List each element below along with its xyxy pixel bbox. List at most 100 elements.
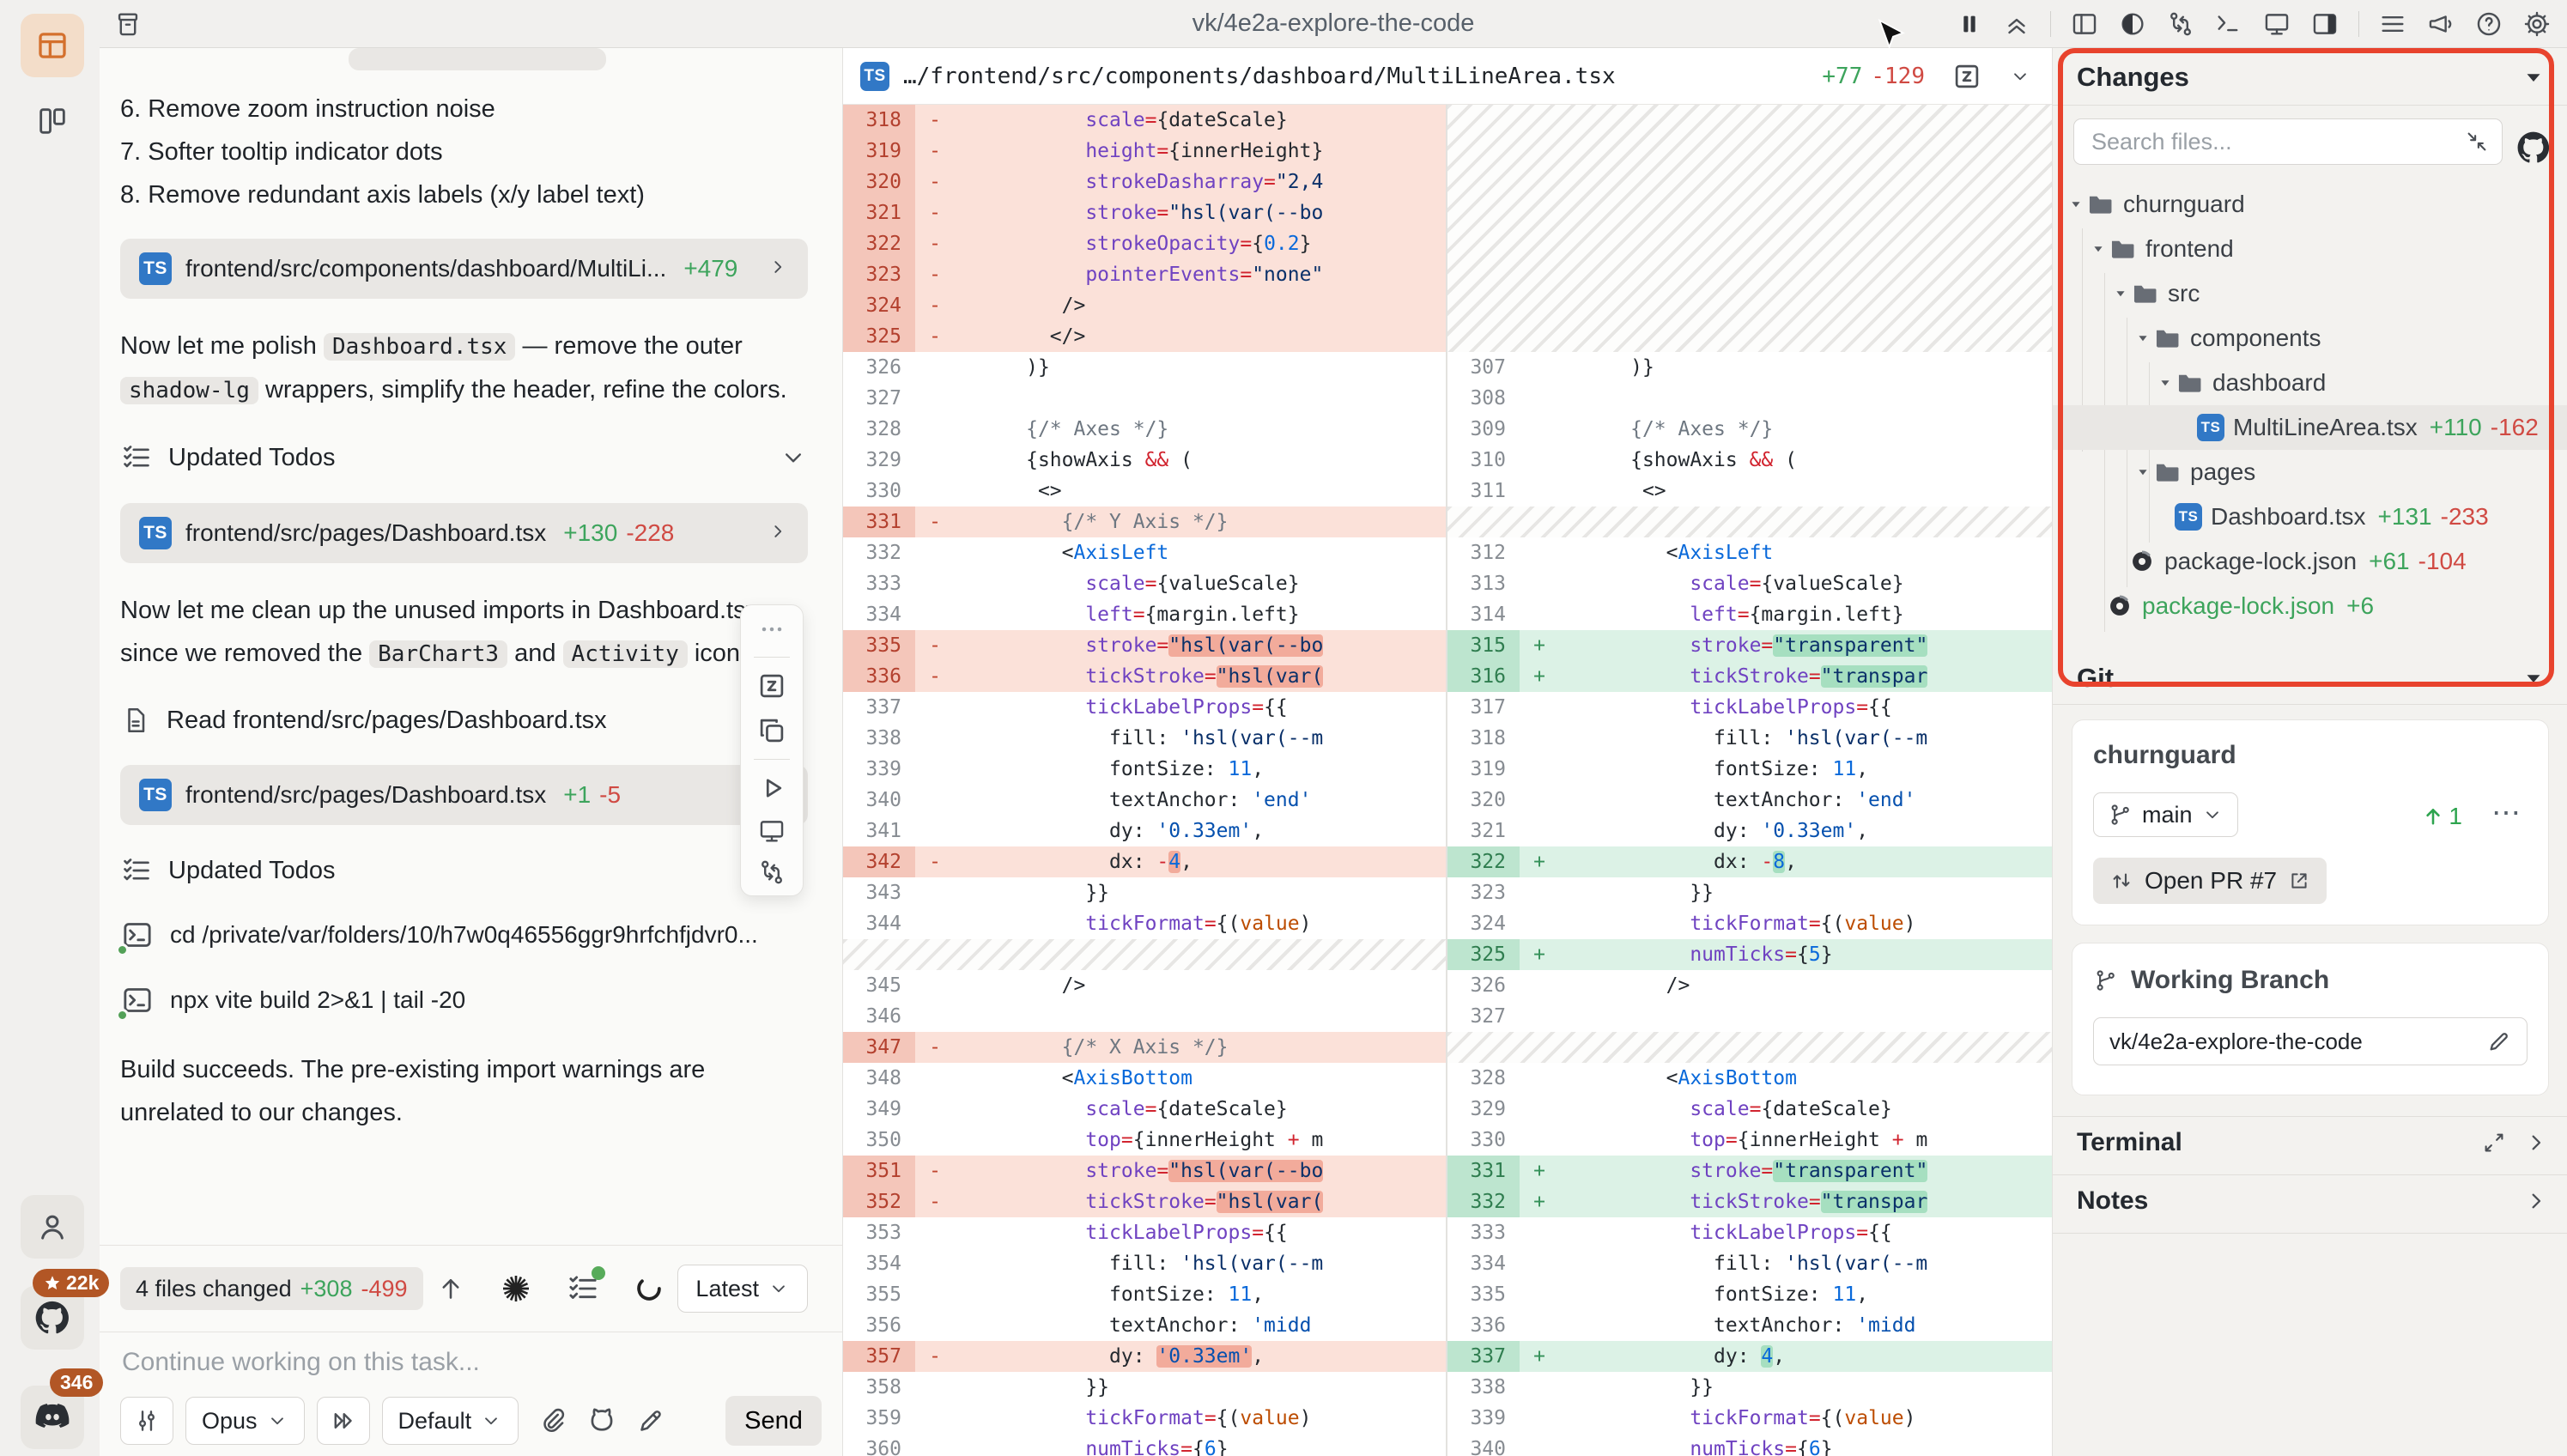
tree-item-churnguard[interactable]: churnguard [2053, 182, 2567, 227]
panel-right-icon[interactable] [2310, 9, 2339, 39]
megaphone-icon[interactable] [2426, 9, 2455, 39]
code-token: - [1761, 851, 1773, 873]
tree-item-package-lock-json[interactable]: package-lock.json+61-104 [2053, 539, 2567, 584]
working-branch-input[interactable]: vk/4e2a-explore-the-code [2093, 1017, 2528, 1065]
file-change-chip[interactable]: TSfrontend/src/pages/Dashboard.tsx+1-5 [120, 765, 808, 825]
copy-icon[interactable] [756, 714, 788, 747]
caret-down-icon[interactable] [2089, 240, 2108, 258]
contrast-icon[interactable] [2118, 9, 2147, 39]
open-pr-button[interactable]: Open PR #7 [2093, 858, 2327, 904]
burst-icon[interactable] [499, 1271, 533, 1306]
chevron-right-icon[interactable] [2522, 1187, 2550, 1215]
tree-item-src[interactable]: src [2053, 271, 2567, 316]
rail-account-button[interactable] [21, 1195, 84, 1259]
spinner-icon[interactable] [633, 1272, 665, 1305]
notes-section-header[interactable]: Notes [2077, 1186, 2550, 1216]
caret-down-icon[interactable] [2111, 284, 2130, 303]
diff-line: 343 }} [843, 877, 1446, 908]
tree-item-package-lock-json[interactable]: package-lock.json+6 [2053, 584, 2567, 628]
caret-down-icon[interactable] [2066, 195, 2085, 214]
dots-h-icon[interactable] [756, 614, 787, 645]
caret-down-icon[interactable] [2133, 329, 2152, 348]
file-search-input[interactable]: Search files... [2073, 118, 2503, 165]
git-compare-icon[interactable] [757, 858, 786, 887]
send-button[interactable]: Send [725, 1396, 822, 1446]
collapse-tree-icon[interactable] [2464, 129, 2490, 155]
partial-message-chip [349, 48, 606, 70]
assistant-message: Build succeeds. The pre-existing import … [120, 1048, 808, 1134]
panel-left-icon[interactable] [2070, 9, 2099, 39]
monitor-icon[interactable] [757, 816, 786, 846]
diff-view-icon[interactable] [1951, 60, 1983, 93]
pause-icon[interactable] [1956, 10, 1983, 38]
git-section-header[interactable]: Git [2077, 663, 2546, 694]
caret-down-icon[interactable] [2133, 463, 2152, 482]
code-content: tickStroke="transpar [1559, 1186, 2052, 1217]
latest-dropdown[interactable]: Latest [677, 1265, 808, 1313]
arrow-up-icon[interactable] [435, 1273, 466, 1304]
tree-item-pages[interactable]: pages [2053, 450, 2567, 494]
fast-forward-button[interactable] [317, 1397, 370, 1445]
code-token: 6 [1809, 1438, 1821, 1456]
diff-doc-icon[interactable] [756, 670, 788, 702]
branch-dropdown[interactable]: main [2093, 792, 2238, 837]
collapse-caret-icon[interactable] [2521, 665, 2546, 691]
chevron-right-icon[interactable] [2522, 1129, 2550, 1156]
composer-input[interactable]: Continue working on this task... [100, 1332, 842, 1382]
tree-item-dashboard[interactable]: dashboard [2053, 361, 2567, 405]
code-token: {margin.left} [1750, 604, 1904, 626]
mode-dropdown[interactable]: Default [382, 1397, 519, 1445]
code-token: = [1145, 573, 1157, 595]
terminal-icon[interactable] [2214, 9, 2243, 39]
rail-boards-button[interactable] [21, 89, 84, 153]
terminal-section-header[interactable]: Terminal [2077, 1128, 2550, 1157]
ts-file-badge: TS [139, 252, 172, 285]
cat-icon[interactable] [586, 1404, 618, 1437]
file-change-chip[interactable]: TSfrontend/src/components/dashboard/Mult… [120, 239, 808, 299]
settings-icon[interactable] [2522, 9, 2552, 39]
tree-item-components[interactable]: components [2053, 316, 2567, 361]
mode-label: Default [398, 1408, 472, 1435]
updated-todos-row[interactable]: Updated Todos [120, 854, 808, 887]
chevron-down-icon[interactable] [2009, 65, 2031, 88]
attach-icon[interactable] [537, 1405, 568, 1436]
menu-icon[interactable] [2378, 9, 2407, 39]
expand-icon[interactable] [2481, 1130, 2507, 1156]
run-icon[interactable] [756, 772, 788, 804]
terminal-command-row[interactable]: npx vite build 2>&1 | tail -20 [120, 983, 808, 1017]
file-change-chip[interactable]: TSfrontend/src/pages/Dashboard.tsx+130-2… [120, 503, 808, 563]
folder-icon [2152, 458, 2182, 487]
tree-item-frontend[interactable]: frontend [2053, 227, 2567, 271]
pen-icon[interactable] [635, 1405, 666, 1436]
collapse-up-icon[interactable] [2002, 9, 2031, 39]
code-token: , [1252, 820, 1264, 842]
tree-item-multilinearea-tsx[interactable]: TSMultiLineArea.tsx+110-162 [2053, 405, 2567, 450]
composer-settings-button[interactable] [120, 1397, 173, 1445]
edit-pencil-icon[interactable] [2485, 1028, 2513, 1055]
files-changed-chip[interactable]: 4 files changed +308 -499 [120, 1267, 423, 1310]
caret-down-icon[interactable] [2156, 373, 2175, 392]
diff-line: 341 dy: '0.33em', [843, 816, 1446, 846]
code-token: AxisBottom [1678, 1067, 1796, 1089]
code-token: textAnchor: [1109, 789, 1252, 811]
ahead-count[interactable]: 1 [2421, 803, 2462, 830]
tree-item-dashboard-tsx[interactable]: TSDashboard.tsx+131-233 [2053, 494, 2567, 539]
chevron-down-icon[interactable] [779, 443, 808, 472]
changes-section-header[interactable]: Changes [2077, 62, 2546, 93]
git-compare-icon[interactable] [2166, 9, 2195, 39]
diff-line: 308 [1447, 383, 2052, 414]
archive-icon[interactable] [113, 9, 143, 39]
github-cat-icon[interactable] [2515, 129, 2552, 167]
terminal-command-row[interactable]: cd /private/var/folders/10/h7w0q46556ggr… [120, 918, 808, 952]
code-token: "hsl(var( [1217, 665, 1324, 688]
tool-action-row[interactable]: Read frontend/src/pages/Dashboard.tsx [120, 705, 808, 736]
help-icon[interactable] [2474, 9, 2503, 39]
monitor-icon[interactable] [2262, 9, 2291, 39]
collapse-caret-icon[interactable] [2521, 64, 2546, 90]
updated-todos-row[interactable]: Updated Todos [120, 441, 808, 474]
model-dropdown[interactable]: Opus [185, 1397, 305, 1445]
repo-more-menu[interactable]: ⋯ [2491, 796, 2522, 830]
rail-workspace-button[interactable] [21, 14, 84, 77]
todo-list-icon-wrap[interactable] [566, 1271, 600, 1306]
change-marker [1520, 1001, 1559, 1032]
